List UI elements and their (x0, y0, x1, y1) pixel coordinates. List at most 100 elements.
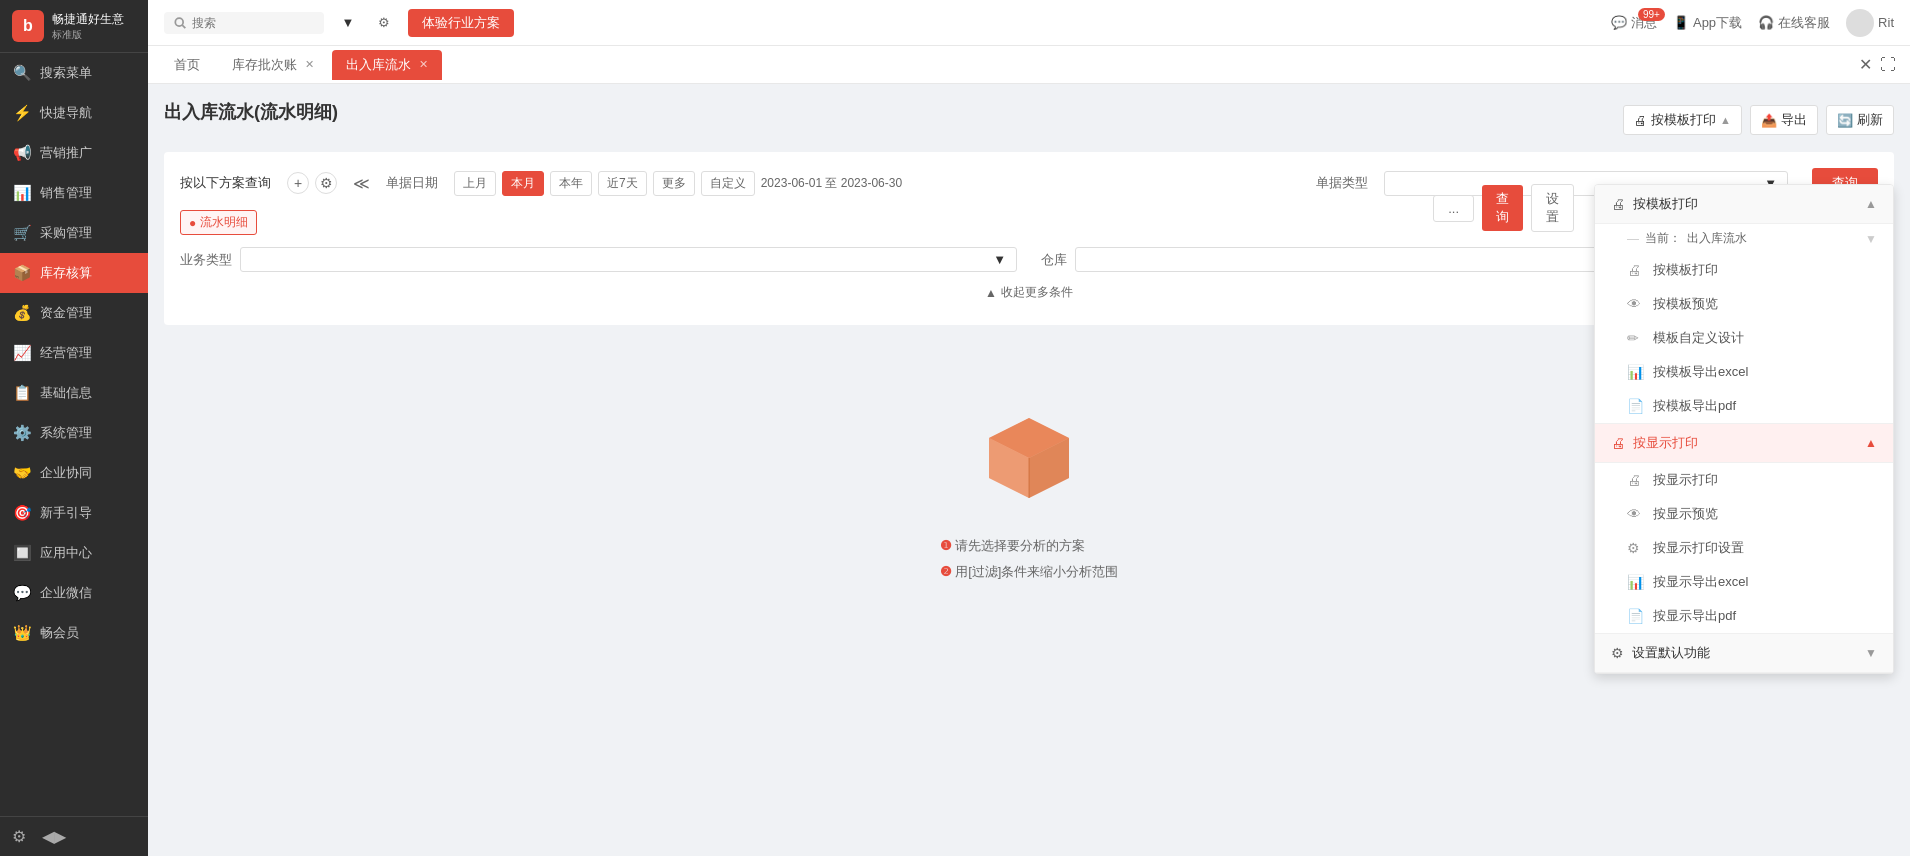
main-content: ▼ ⚙ 体验行业方案 💬 消息 99+ 📱 App下载 🎧 在线客服 Rit (148, 0, 1910, 856)
sidebar-item-finance[interactable]: 💰 资金管理 (0, 293, 148, 333)
topbar-search-input[interactable] (192, 16, 314, 30)
settings-btn-2[interactable]: 设置 (1531, 184, 1574, 232)
tab-home[interactable]: 首页 (160, 50, 214, 80)
topbar-search-icon (174, 16, 186, 30)
dp-display-pdf-item[interactable]: 📄 按显示导出pdf (1595, 599, 1893, 633)
sidebar-item-vip[interactable]: 👑 畅会员 (0, 613, 148, 653)
quicknav-icon: ⚡ (12, 104, 32, 122)
phone-icon: 📱 (1673, 15, 1689, 30)
sidebar-item-operations[interactable]: 📈 经营管理 (0, 333, 148, 373)
printer-icon: 🖨 (1634, 113, 1647, 128)
dp-template-pdf-item[interactable]: 📄 按模板导出pdf (1595, 389, 1893, 423)
sidebar-bottom: ⚙ ◀▶ (0, 816, 148, 856)
filter-actions: + ⚙ (287, 172, 337, 194)
dp-preview-icon: 👁 (1627, 296, 1643, 312)
vip-icon: 👑 (12, 624, 32, 642)
dp-pdf-icon: 📄 (1627, 398, 1643, 414)
dp-default-section-header[interactable]: ⚙ 设置默认功能 ▼ (1595, 634, 1893, 673)
dp-template-excel-item[interactable]: 📊 按模板导出excel (1595, 355, 1893, 389)
svg-point-0 (175, 18, 183, 26)
dp-template-submenu: 🖨 按模板打印 👁 按模板预览 ✏ 模板自定义设计 📊 按模板导出excel 📄 (1595, 253, 1893, 424)
sidebar-item-inventory[interactable]: 📦 库存核算 (0, 253, 148, 293)
sidebar-item-system[interactable]: ⚙️ 系统管理 (0, 413, 148, 453)
sidebar-item-quicknav[interactable]: ⚡ 快捷导航 (0, 93, 148, 133)
dp-display-print-item[interactable]: 🖨 按显示打印 (1595, 463, 1893, 497)
filter-setting-btn[interactable]: ⚙ (315, 172, 337, 194)
date-filter: 上月 本月 本年 近7天 更多 自定义 2023-06-01 至 2023-06… (454, 171, 902, 196)
more-options-btn[interactable]: ... (1433, 195, 1474, 222)
date-btn-custom[interactable]: 自定义 (701, 171, 755, 196)
sidebar-item-sales[interactable]: 📊 销售管理 (0, 173, 148, 213)
online-service-btn[interactable]: 🎧 在线客服 (1758, 14, 1830, 32)
marketing-icon: 📢 (12, 144, 32, 162)
page-toolbar: 🖨 按模板打印 ▲ 📤 导出 🔄 刷新 (1623, 105, 1894, 135)
tab-batch[interactable]: 库存批次账 ✕ (218, 50, 328, 80)
search-nav-icon: 🔍 (12, 64, 32, 82)
dp-excel-icon: 📊 (1627, 364, 1643, 380)
template-print-btn[interactable]: 🖨 按模板打印 ▲ (1623, 105, 1742, 135)
dp-display-preview-item[interactable]: 👁 按显示预览 (1595, 497, 1893, 531)
date-btn-this-year[interactable]: 本年 (550, 171, 592, 196)
sidebar-item-weixin[interactable]: 💬 企业微信 (0, 573, 148, 613)
tab-minimize-btn[interactable]: ✕ (1857, 53, 1874, 76)
warehouse-label: 仓库 (1041, 251, 1067, 269)
dp-template-print-item[interactable]: 🖨 按模板打印 (1595, 253, 1893, 287)
tab-flow-close[interactable]: ✕ (419, 58, 428, 71)
dp-display-excel-item[interactable]: 📊 按显示导出excel (1595, 565, 1893, 599)
sidebar: b 畅捷通好生意 标准版 🔍 搜索菜单 ⚡ 快捷导航 📢 营销推广 📊 销售管理… (0, 0, 148, 856)
date-btn-7days[interactable]: 近7天 (598, 171, 647, 196)
business-type-select[interactable]: ▼ (240, 247, 1017, 272)
export-btn[interactable]: 📤 导出 (1750, 105, 1818, 135)
message-btn[interactable]: 💬 消息 99+ (1611, 14, 1657, 32)
sidebar-item-marketing[interactable]: 📢 营销推广 (0, 133, 148, 173)
topbar-actions: 💬 消息 99+ 📱 App下载 🎧 在线客服 Rit (1611, 9, 1894, 37)
dp-template-custom-item[interactable]: ✏ 模板自定义设计 (1595, 321, 1893, 355)
basic-icon: 📋 (12, 384, 32, 402)
date-btn-last-month[interactable]: 上月 (454, 171, 496, 196)
dp-default-chevron: ▼ (1865, 646, 1877, 660)
dp-current-icon: — (1627, 232, 1639, 246)
collab-icon: 🤝 (12, 464, 32, 482)
sidebar-item-purchase[interactable]: 🛒 采购管理 (0, 213, 148, 253)
collapse-sidebar-btn[interactable]: ◀▶ (42, 827, 66, 846)
topbar-settings-icon[interactable]: ⚙ (372, 11, 396, 35)
tab-flow[interactable]: 出入库流水 ✕ (332, 50, 442, 80)
business-type-field: 业务类型 ▼ (180, 247, 1017, 272)
sidebar-item-guide[interactable]: 🎯 新手引导 (0, 493, 148, 533)
filter-collapse-btn[interactable]: ≪ (353, 174, 370, 193)
dp-template-preview-item[interactable]: 👁 按模板预览 (1595, 287, 1893, 321)
empty-text: ❶ 请先选择要分析的方案 ❷ 用[过滤]条件来缩小分析范围 (940, 533, 1119, 585)
sidebar-item-appcenter[interactable]: 🔲 应用中心 (0, 533, 148, 573)
business-type-label: 业务类型 (180, 251, 232, 269)
date-range-display: 2023-06-01 至 2023-06-30 (761, 175, 902, 192)
sales-icon: 📊 (12, 184, 32, 202)
date-btn-more[interactable]: 更多 (653, 171, 695, 196)
page-title: 出入库流水(流水明细) (164, 100, 338, 124)
topbar-dropdown-btn[interactable]: ▼ (336, 11, 360, 35)
dp-display-settings-item[interactable]: ⚙ 按显示打印设置 (1595, 531, 1893, 565)
dp-display-submenu: 🖨 按显示打印 👁 按显示预览 ⚙ 按显示打印设置 📊 按显示导出excel 📄 (1595, 463, 1893, 634)
refresh-btn[interactable]: 🔄 刷新 (1826, 105, 1894, 135)
filter-tag-shuimingxi[interactable]: ● 流水明细 (180, 210, 257, 235)
dropdown-panel: 🖨 按模板打印 ▲ — 当前： 当前：出入库流水 出入库流水 ▼ 🖨 按模板打印… (1594, 184, 1894, 674)
sidebar-item-collab[interactable]: 🤝 企业协同 (0, 453, 148, 493)
tab-batch-close[interactable]: ✕ (305, 58, 314, 71)
avatar-img (1846, 9, 1874, 37)
tag-icon: ● (189, 216, 196, 230)
settings-icon[interactable]: ⚙ (12, 827, 26, 846)
query-btn-2[interactable]: 查询 (1482, 185, 1523, 231)
app-download-btn[interactable]: 📱 App下载 (1673, 14, 1742, 32)
sidebar-item-search[interactable]: 🔍 搜索菜单 (0, 53, 148, 93)
topbar-search-box[interactable] (164, 12, 324, 34)
topbar: ▼ ⚙ 体验行业方案 💬 消息 99+ 📱 App下载 🎧 在线客服 Rit (148, 0, 1910, 46)
user-avatar[interactable]: Rit (1846, 9, 1894, 37)
date-btn-this-month[interactable]: 本月 (502, 171, 544, 196)
dp-display-preview-icon: 👁 (1627, 506, 1643, 522)
dp-template-print-header[interactable]: 🖨 按模板打印 ▲ (1595, 185, 1893, 224)
sidebar-item-basic[interactable]: 📋 基础信息 (0, 373, 148, 413)
sidebar-logo: b 畅捷通好生意 标准版 (0, 0, 148, 53)
industry-solution-button[interactable]: 体验行业方案 (408, 9, 514, 37)
tab-expand-btn[interactable]: ⛶ (1878, 54, 1898, 76)
filter-add-btn[interactable]: + (287, 172, 309, 194)
dp-display-print-header[interactable]: 🖨 按显示打印 ▲ (1595, 424, 1893, 463)
